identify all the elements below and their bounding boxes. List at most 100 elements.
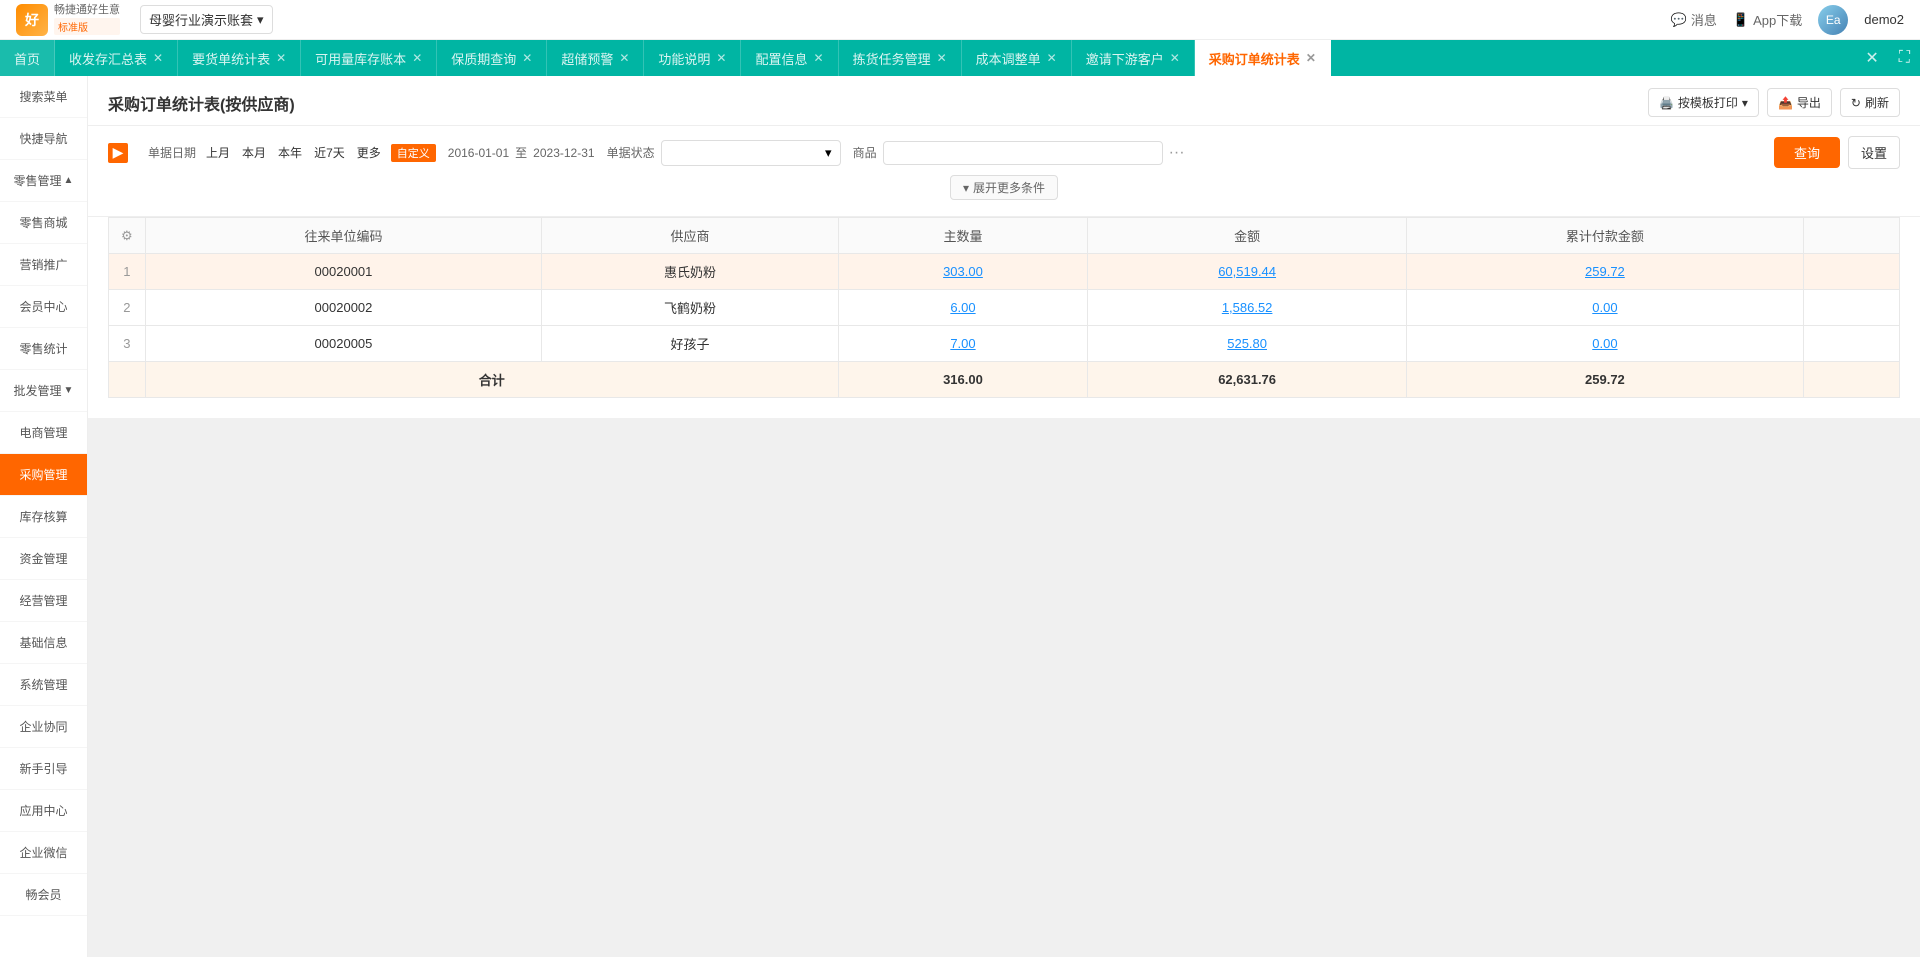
shortcut-last-month[interactable]: 上月 (202, 142, 234, 163)
sidebar-item-finance[interactable]: 资金管理 (0, 538, 87, 580)
sidebar-item-quick-nav[interactable]: 快捷导航 (0, 118, 87, 160)
sidebar-enterprise-collab-label: 企业协同 (4, 718, 83, 735)
filter-goods-item: 商品 ··· (853, 141, 1185, 165)
row-3-paid: 0.00 (1407, 326, 1804, 362)
tab-cost-adjust[interactable]: 成本调整单 ✕ (962, 40, 1072, 76)
sidebar-item-wholesale-mgmt[interactable]: 批发管理 ▼ (0, 370, 87, 412)
tab-pick-task[interactable]: 拣货任务管理 ✕ (839, 40, 962, 76)
row-3-quantity-link[interactable]: 7.00 (950, 336, 975, 351)
goods-input[interactable] (892, 146, 1154, 160)
tab-receive-send[interactable]: 收发存汇总表 ✕ (55, 40, 178, 76)
row-1-quantity-link[interactable]: 303.00 (943, 264, 983, 279)
sidebar-item-business-mgmt[interactable]: 经营管理 (0, 580, 87, 622)
maximize-button[interactable]: ⛶ (1889, 49, 1920, 67)
shortcut-more[interactable]: 更多 (353, 142, 385, 163)
row-1-paid-link[interactable]: 259.72 (1585, 264, 1625, 279)
logo-icon: 好 (16, 4, 48, 36)
row-3-amount-link[interactable]: 525.80 (1227, 336, 1267, 351)
expand-button[interactable]: ▾ 展开更多条件 (950, 175, 1058, 200)
sidebar-item-app-center[interactable]: 应用中心 (0, 790, 87, 832)
row-1-amount-link[interactable]: 60,519.44 (1218, 264, 1276, 279)
tab-function-desc[interactable]: 功能说明 ✕ (644, 40, 741, 76)
setting-button[interactable]: 设置 (1848, 136, 1900, 169)
filter-action-buttons: 查询 设置 (1774, 136, 1900, 169)
shortcut-this-month[interactable]: 本月 (238, 142, 270, 163)
tab-overstock-alert-close[interactable]: ✕ (619, 51, 629, 65)
tab-function-desc-close[interactable]: ✕ (716, 51, 726, 65)
workspace-label: 母婴行业演示账套 (149, 10, 253, 29)
tab-purchase-stats-label: 采购订单统计表 (1209, 49, 1300, 68)
sidebar-item-basic-info[interactable]: 基础信息 (0, 622, 87, 664)
tab-goods-stats-close[interactable]: ✕ (276, 51, 286, 65)
tab-home[interactable]: 首页 (0, 40, 55, 76)
status-select[interactable]: ▾ (661, 140, 841, 166)
sidebar-item-retail-shop[interactable]: 零售商城 (0, 202, 87, 244)
tab-inventory-book[interactable]: 可用量库存账本 ✕ (301, 40, 437, 76)
user-avatar[interactable]: Ea (1818, 5, 1848, 35)
sidebar-member-label: 会员中心 (4, 298, 83, 315)
row-2-paid-link[interactable]: 0.00 (1592, 300, 1617, 315)
row-2-amount-link[interactable]: 1,586.52 (1222, 300, 1273, 315)
tab-inventory-book-label: 可用量库存账本 (315, 49, 406, 68)
tab-invite-downstream-close[interactable]: ✕ (1170, 51, 1180, 65)
row-3-paid-link[interactable]: 0.00 (1592, 336, 1617, 351)
tab-expiry-query-close[interactable]: ✕ (522, 51, 532, 65)
message-button[interactable]: 💬 消息 (1671, 10, 1717, 29)
sidebar-inventory-label: 库存核算 (4, 508, 83, 525)
sidebar-item-enterprise-collab[interactable]: 企业协同 (0, 706, 87, 748)
page-header: 采购订单统计表(按供应商) 🖨️ 按模板打印 ▾ 📤 导出 ↻ 刷新 (88, 76, 1920, 126)
sidebar-item-retail-stats[interactable]: 零售统计 (0, 328, 87, 370)
sidebar-item-member[interactable]: 会员中心 (0, 286, 87, 328)
sidebar-item-vip[interactable]: 畅会员 (0, 874, 87, 916)
tab-goods-stats[interactable]: 要货单统计表 ✕ (178, 40, 301, 76)
gear-icon[interactable]: ⚙ (121, 228, 133, 243)
tab-invite-downstream[interactable]: 邀请下游客户 ✕ (1072, 40, 1195, 76)
sidebar-item-system[interactable]: 系统管理 (0, 664, 87, 706)
tab-config-info-label: 配置信息 (755, 49, 807, 68)
tab-nav: 首页 收发存汇总表 ✕ 要货单统计表 ✕ 可用量库存账本 ✕ 保质期查询 ✕ 超… (0, 40, 1920, 76)
sidebar-item-search[interactable]: 搜索菜单 (0, 76, 87, 118)
close-all-tabs-button[interactable]: ✕ (1855, 48, 1888, 68)
tab-cost-adjust-close[interactable]: ✕ (1047, 51, 1057, 65)
filter-toggle-arrow[interactable]: ▶ (108, 143, 128, 163)
custom-date-badge[interactable]: 自定义 (391, 144, 436, 162)
export-button[interactable]: 📤 导出 (1767, 88, 1832, 117)
tab-config-info[interactable]: 配置信息 ✕ (741, 40, 838, 76)
sidebar-item-enterprise-wechat[interactable]: 企业微信 (0, 832, 87, 874)
tab-pick-task-close[interactable]: ✕ (937, 51, 947, 65)
table-header-supplier: 供应商 (542, 218, 839, 254)
sidebar-vip-label: 畅会员 (4, 886, 83, 903)
footer-empty-1 (109, 362, 146, 398)
sidebar-item-retail-mgmt[interactable]: 零售管理 ▲ (0, 160, 87, 202)
sidebar-item-marketing[interactable]: 营销推广 (0, 244, 87, 286)
tab-purchase-stats-close[interactable]: ✕ (1306, 51, 1316, 65)
tab-purchase-stats[interactable]: 采购订单统计表 ✕ (1195, 40, 1331, 76)
tab-inventory-book-close[interactable]: ✕ (412, 51, 422, 65)
tab-expiry-query[interactable]: 保质期查询 ✕ (437, 40, 547, 76)
tab-overstock-alert[interactable]: 超储预警 ✕ (547, 40, 644, 76)
shortcut-this-year[interactable]: 本年 (274, 142, 306, 163)
sidebar-item-inventory[interactable]: 库存核算 (0, 496, 87, 538)
refresh-button[interactable]: ↻ 刷新 (1840, 88, 1900, 117)
tab-receive-send-close[interactable]: ✕ (153, 51, 163, 65)
sidebar-item-ecommerce[interactable]: 电商管理 (0, 412, 87, 454)
more-options-button[interactable]: ··· (1169, 144, 1185, 162)
page-content: 采购订单统计表(按供应商) 🖨️ 按模板打印 ▾ 📤 导出 ↻ 刷新 (88, 76, 1920, 418)
tab-config-info-close[interactable]: ✕ (814, 51, 824, 65)
query-button[interactable]: 查询 (1774, 137, 1840, 168)
workspace-selector[interactable]: 母婴行业演示账套 ▾ (140, 5, 273, 34)
table-row: 1 00020001 惠氏奶粉 303.00 60,519.44 259.72 (109, 254, 1900, 290)
chevron-down-icon-2: ▼ (64, 385, 74, 396)
footer-total-quantity: 316.00 (838, 362, 1087, 398)
print-button[interactable]: 🖨️ 按模板打印 ▾ (1648, 88, 1759, 117)
table-area: ⚙ 往来单位编码 供应商 主数量 金额 累计付款金额 1 (88, 217, 1920, 418)
table-header-quantity: 主数量 (838, 218, 1087, 254)
row-2-quantity-link[interactable]: 6.00 (950, 300, 975, 315)
sidebar-item-purchase-mgmt[interactable]: 采购管理 (0, 454, 87, 496)
sidebar-item-newbie-guide[interactable]: 新手引导 (0, 748, 87, 790)
shortcut-7days[interactable]: 近7天 (310, 142, 349, 163)
table-row: 3 00020005 好孩子 7.00 525.80 0.00 (109, 326, 1900, 362)
app-download-button[interactable]: 📱 App下载 (1733, 10, 1802, 29)
content-area: 采购订单统计表(按供应商) 🖨️ 按模板打印 ▾ 📤 导出 ↻ 刷新 (88, 76, 1920, 957)
sidebar-newbie-guide-label: 新手引导 (4, 760, 83, 777)
